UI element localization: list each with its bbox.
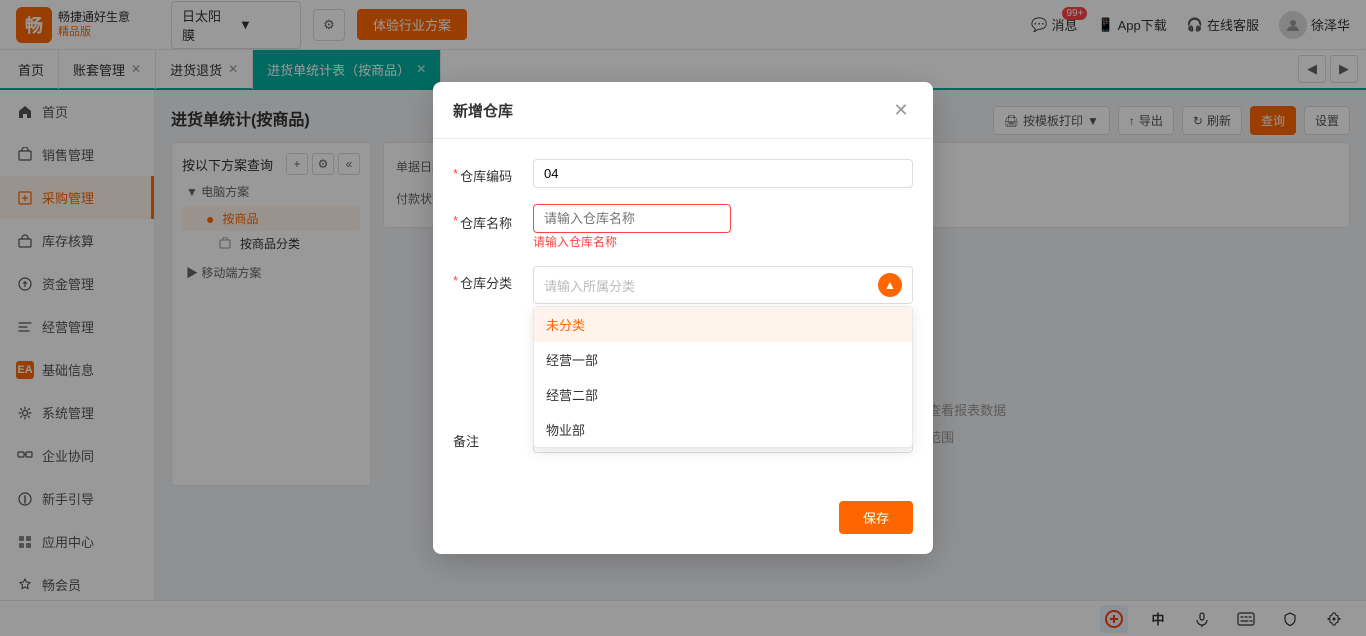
dropdown-item-dept2[interactable]: 经营二部 <box>534 377 912 412</box>
add-warehouse-modal: 新增仓库 ✕ * 仓库编码 * 仓库名称 <box>433 82 933 554</box>
code-input[interactable] <box>533 159 913 188</box>
category-label: * 仓库分类 <box>453 266 533 292</box>
code-label: * 仓库编码 <box>453 159 533 185</box>
form-row-category: * 仓库分类 请输入所属分类 ▲ 未分类 经营一部 经营二部 物业部 <box>453 266 913 304</box>
modal-body: * 仓库编码 * 仓库名称 请输入仓库名称 <box>433 139 933 489</box>
modal-footer: 保存 <box>433 489 933 554</box>
notes-label: 备注 <box>453 424 533 450</box>
dropdown-arrow-icon: ▲ <box>878 273 902 297</box>
modal-header: 新增仓库 ✕ <box>433 82 933 139</box>
category-dropdown-list: 未分类 经营一部 经营二部 物业部 <box>533 306 913 448</box>
modal-overlay[interactable]: 新增仓库 ✕ * 仓库编码 * 仓库名称 <box>0 0 1366 636</box>
form-row-code: * 仓库编码 <box>453 159 913 188</box>
dropdown-item-dept1[interactable]: 经营一部 <box>534 342 912 377</box>
category-dropdown[interactable]: 请输入所属分类 ▲ <box>533 266 913 304</box>
name-error-msg: 请输入仓库名称 <box>453 233 617 250</box>
dropdown-item-dept3[interactable]: 物业部 <box>534 412 912 447</box>
name-label: * 仓库名称 <box>453 206 533 232</box>
modal-title: 新增仓库 <box>453 100 513 121</box>
modal-close-button[interactable]: ✕ <box>889 98 913 122</box>
form-row-name: * 仓库名称 请输入仓库名称 <box>453 204 913 250</box>
name-input[interactable] <box>533 204 731 233</box>
save-button[interactable]: 保存 <box>839 501 913 534</box>
dropdown-item-uncategorized[interactable]: 未分类 <box>534 307 912 342</box>
